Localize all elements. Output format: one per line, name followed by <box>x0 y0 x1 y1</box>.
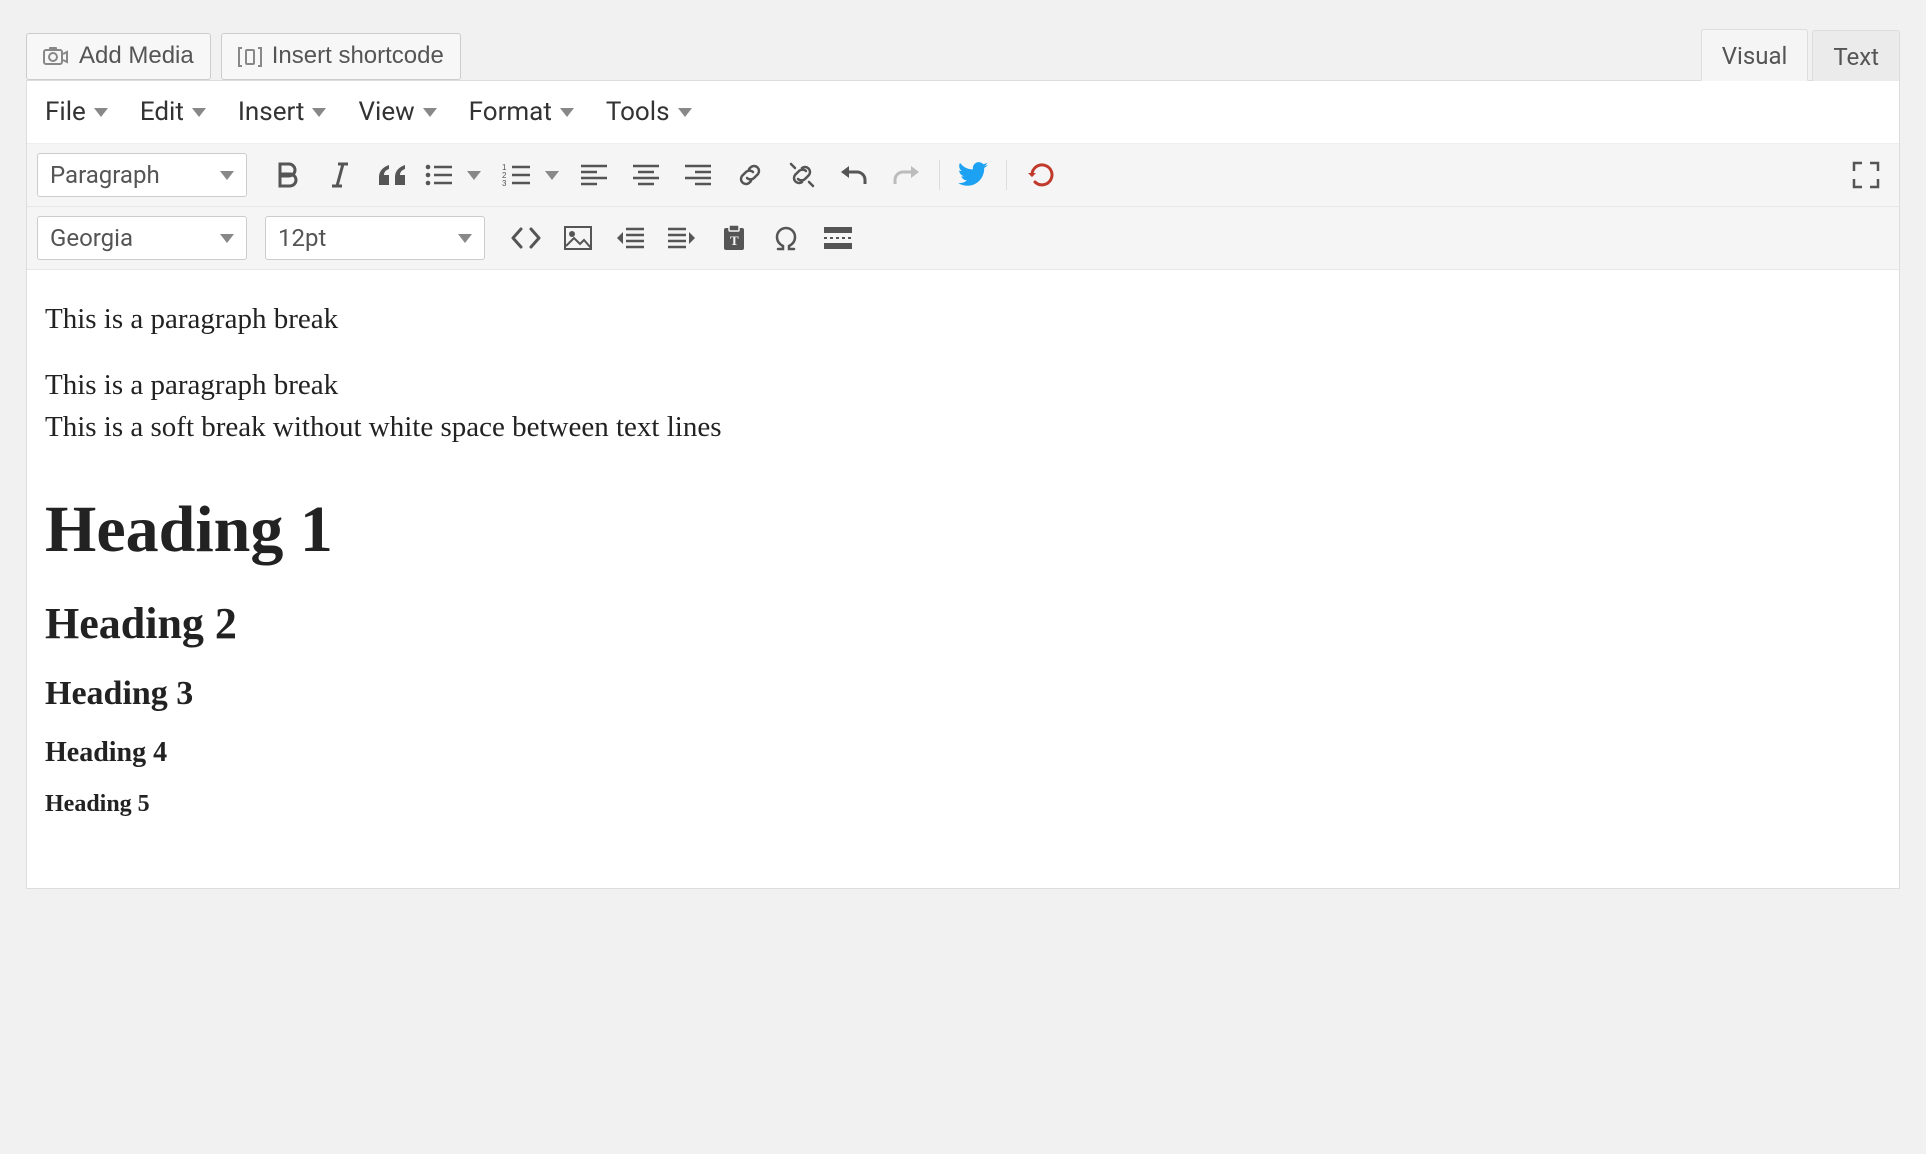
chevron-down-icon <box>467 171 481 180</box>
insert-image-button[interactable] <box>555 215 601 261</box>
insert-shortcode-label: Insert shortcode <box>272 42 444 71</box>
chevron-down-icon <box>94 108 108 117</box>
link-button[interactable] <box>727 152 773 198</box>
editor-content[interactable]: This is a paragraph break This is a para… <box>27 270 1899 888</box>
menu-view-label: View <box>358 97 414 127</box>
twitter-button[interactable] <box>950 152 996 198</box>
menu-tools[interactable]: Tools <box>600 89 698 135</box>
menu-edit[interactable]: Edit <box>134 89 212 135</box>
paragraph: This is a paragraph break <box>45 364 1881 406</box>
chevron-down-icon <box>458 234 472 243</box>
menu-file[interactable]: File <box>39 89 114 135</box>
chevron-down-icon <box>220 171 234 180</box>
align-center-button[interactable] <box>623 152 669 198</box>
chevron-down-icon <box>678 108 692 117</box>
font-family-select[interactable]: Georgia <box>37 216 247 260</box>
paste-as-text-button[interactable]: T <box>711 215 757 261</box>
paragraph: This is a paragraph break <box>45 298 1881 340</box>
editor-tabs: Visual Text <box>1697 28 1900 80</box>
bold-button[interactable] <box>265 152 311 198</box>
paragraph: This is a soft break without white space… <box>45 406 1881 448</box>
menu-tools-label: Tools <box>606 97 670 127</box>
block-format-select[interactable]: Paragraph <box>37 153 247 197</box>
special-character-button[interactable] <box>763 215 809 261</box>
tab-text[interactable]: Text <box>1812 30 1900 81</box>
add-media-label: Add Media <box>79 42 194 71</box>
add-media-button[interactable]: Add Media <box>26 33 211 80</box>
heading-2: Heading 2 <box>45 598 1881 649</box>
chevron-down-icon <box>220 234 234 243</box>
menubar: File Edit Insert View Format Tools <box>27 81 1899 144</box>
toolbar-separator <box>1006 160 1007 190</box>
menu-format[interactable]: Format <box>463 89 580 135</box>
chevron-down-icon <box>192 108 206 117</box>
block-format-label: Paragraph <box>50 161 160 189</box>
menu-edit-label: Edit <box>140 97 184 127</box>
redo-button[interactable] <box>883 152 929 198</box>
editor: File Edit Insert View Format Tools <box>26 80 1900 889</box>
menu-format-label: Format <box>469 97 552 127</box>
unordered-list-menu[interactable] <box>461 152 487 198</box>
insert-shortcode-button[interactable]: Insert shortcode <box>221 33 461 80</box>
camera-icon <box>43 46 69 68</box>
fullscreen-button[interactable] <box>1843 152 1889 198</box>
undo-button[interactable] <box>831 152 877 198</box>
heading-4: Heading 4 <box>45 737 1881 769</box>
font-family-label: Georgia <box>50 224 133 252</box>
font-size-label: 12pt <box>278 224 326 252</box>
ordered-list-button[interactable]: 123 <box>493 152 539 198</box>
font-size-select[interactable]: 12pt <box>265 216 485 260</box>
menu-view[interactable]: View <box>352 89 442 135</box>
chevron-down-icon <box>545 171 559 180</box>
italic-button[interactable] <box>317 152 363 198</box>
heading-3: Heading 3 <box>45 675 1881 713</box>
source-code-button[interactable] <box>503 215 549 261</box>
indent-button[interactable] <box>659 215 705 261</box>
blockquote-button[interactable] <box>369 152 415 198</box>
toolbar-separator <box>939 160 940 190</box>
toolbar-row-2: Georgia 12pt T <box>27 207 1899 270</box>
svg-text:3: 3 <box>502 179 507 187</box>
unlink-button[interactable] <box>779 152 825 198</box>
tab-visual[interactable]: Visual <box>1701 29 1809 81</box>
shortcode-icon <box>238 46 262 68</box>
chevron-down-icon <box>560 108 574 117</box>
chevron-down-icon <box>423 108 437 117</box>
restore-button[interactable] <box>1017 152 1063 198</box>
heading-5: Heading 5 <box>45 791 1881 818</box>
menu-file-label: File <box>45 97 86 127</box>
align-left-button[interactable] <box>571 152 617 198</box>
menu-insert[interactable]: Insert <box>232 89 333 135</box>
unordered-list-button[interactable] <box>415 152 461 198</box>
menu-insert-label: Insert <box>238 97 305 127</box>
toolbar-row-1: Paragraph 123 <box>27 144 1899 207</box>
outdent-button[interactable] <box>607 215 653 261</box>
read-more-button[interactable] <box>815 215 861 261</box>
heading-1: Heading 1 <box>45 492 1881 568</box>
align-right-button[interactable] <box>675 152 721 198</box>
svg-text:T: T <box>730 233 739 248</box>
ordered-list-menu[interactable] <box>539 152 565 198</box>
chevron-down-icon <box>312 108 326 117</box>
